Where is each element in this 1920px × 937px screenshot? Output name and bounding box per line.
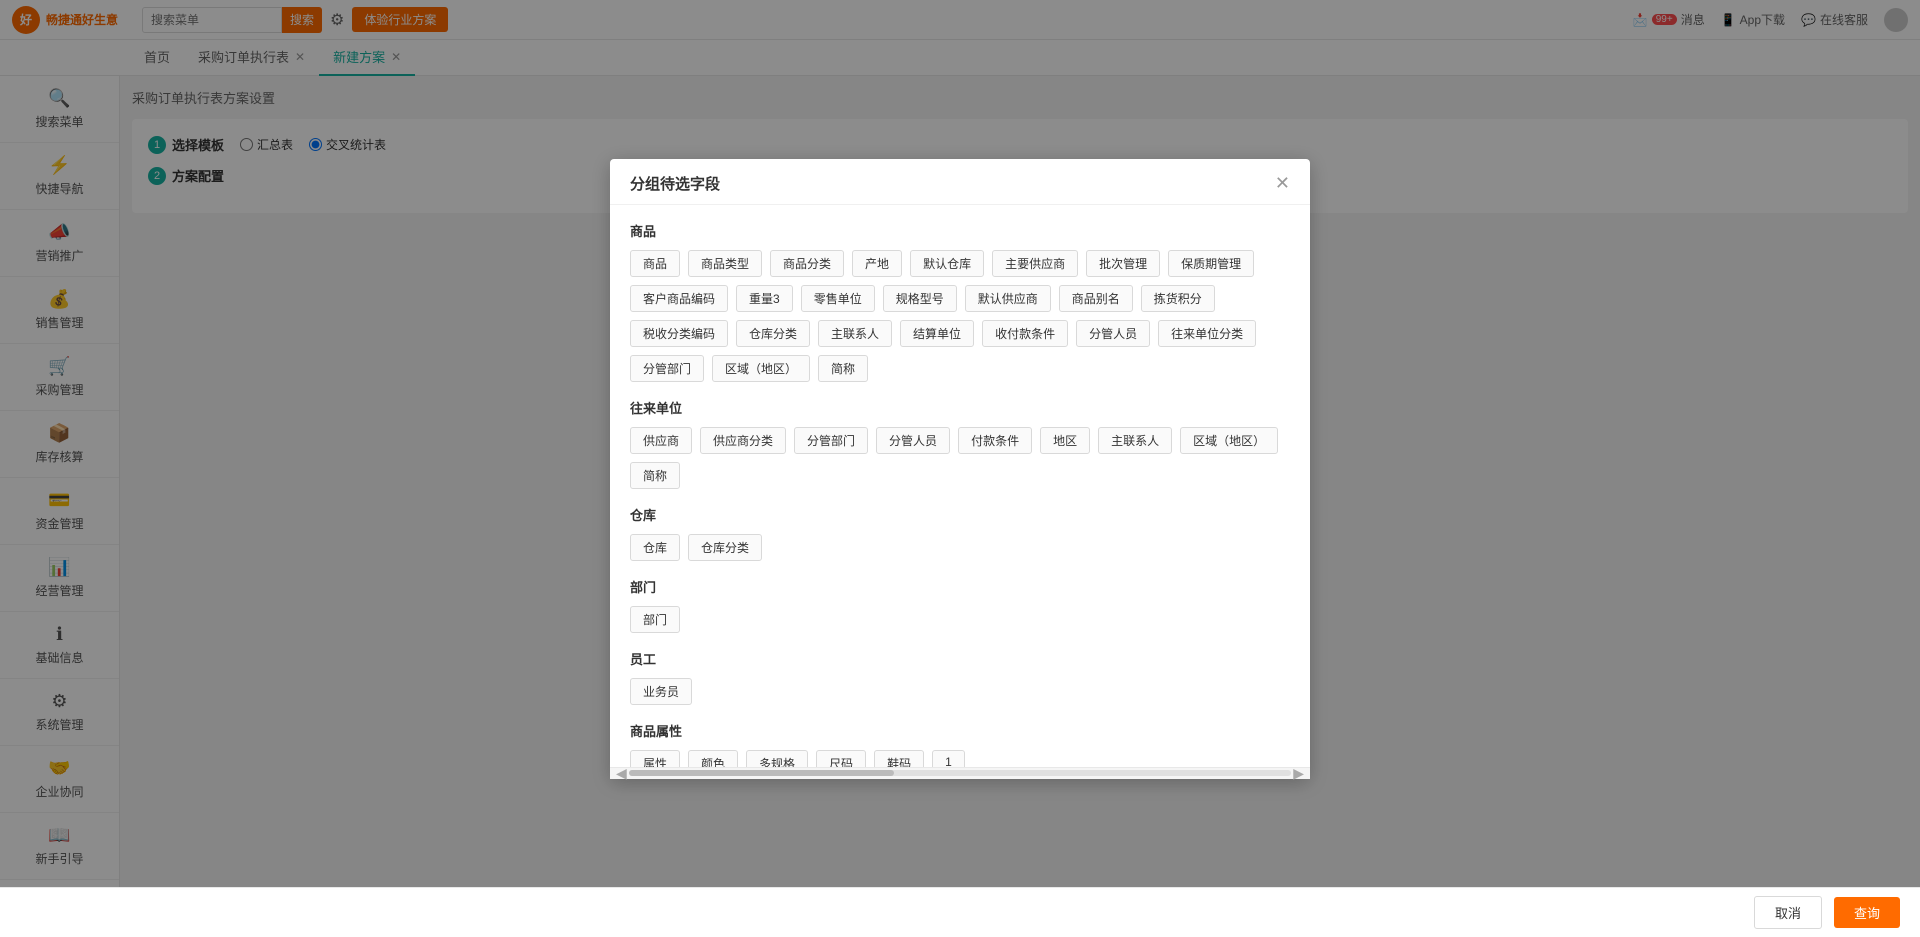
field-tag-主联系人[interactable]: 主联系人 (818, 320, 892, 347)
field-tag-税收分类编码[interactable]: 税收分类编码 (630, 320, 728, 347)
section-partner: 往来单位 供应商供应商分类分管部门分管人员付款条件地区主联系人区域（地区） 简称 (630, 398, 1290, 489)
field-tag-部门[interactable]: 部门 (630, 606, 680, 633)
field-tag-鞋码[interactable]: 鞋码 (874, 750, 924, 767)
field-tag-客户商品编码[interactable]: 客户商品编码 (630, 285, 728, 312)
field-tag-收付款条件[interactable]: 收付款条件 (982, 320, 1068, 347)
field-tag-简称[interactable]: 简称 (630, 462, 680, 489)
modal-horizontal-scrollbar[interactable]: ◀ ▶ (610, 767, 1310, 779)
field-tag-商品别名[interactable]: 商品别名 (1059, 285, 1133, 312)
modal-overlay: 分组待选字段 ✕ 商品 商品商品类型商品分类产地默认仓库主要供应商批次管理保质期… (0, 0, 1920, 937)
field-tag-商品分类[interactable]: 商品分类 (770, 250, 844, 277)
field-tag-区域（地区）[interactable]: 区域（地区） (712, 355, 810, 382)
field-tag-保质期管理[interactable]: 保质期管理 (1168, 250, 1254, 277)
field-tag-重量3[interactable]: 重量3 (736, 285, 793, 312)
field-tag-商品[interactable]: 商品 (630, 250, 680, 277)
modal-body[interactable]: 商品 商品商品类型商品分类产地默认仓库主要供应商批次管理保质期管理客户商品编码重… (610, 205, 1310, 767)
section-partner-title: 往来单位 (630, 398, 1290, 417)
section-product-attr-title: 商品属性 (630, 721, 1290, 740)
field-tag-分管人员[interactable]: 分管人员 (1076, 320, 1150, 347)
department-field-tags: 部门 (630, 606, 1290, 633)
section-warehouse-title: 仓库 (630, 505, 1290, 524)
hscroll-track (629, 770, 1291, 776)
field-tag-仓库[interactable]: 仓库 (630, 534, 680, 561)
field-tag-业务员[interactable]: 业务员 (630, 678, 692, 705)
field-tag-零售单位[interactable]: 零售单位 (801, 285, 875, 312)
field-tag-颜色[interactable]: 颜色 (688, 750, 738, 767)
section-department: 部门 部门 (630, 577, 1290, 633)
scroll-left-arrow[interactable]: ◀ (614, 765, 629, 782)
field-tag-分管部门[interactable]: 分管部门 (630, 355, 704, 382)
field-tag-区域（地区）[interactable]: 区域（地区） (1180, 427, 1278, 454)
warehouse-field-tags: 仓库仓库分类 (630, 534, 1290, 561)
field-tag-默认供应商[interactable]: 默认供应商 (965, 285, 1051, 312)
field-tag-付款条件[interactable]: 付款条件 (958, 427, 1032, 454)
field-tag-默认仓库[interactable]: 默认仓库 (910, 250, 984, 277)
field-tag-拣货积分[interactable]: 拣货积分 (1141, 285, 1215, 312)
section-product-attr: 商品属性 属性颜色多规格尺码鞋码 1 (630, 721, 1290, 767)
field-tag-地区[interactable]: 地区 (1040, 427, 1090, 454)
field-tag-1[interactable]: 1 (932, 750, 965, 767)
field-tag-产地[interactable]: 产地 (852, 250, 902, 277)
modal-close-button[interactable]: ✕ (1275, 173, 1290, 194)
field-tag-结算单位[interactable]: 结算单位 (900, 320, 974, 347)
confirm-button[interactable]: 查询 (1834, 897, 1900, 928)
field-tag-主要供应商[interactable]: 主要供应商 (992, 250, 1078, 277)
field-tag-往来单位分类[interactable]: 往来单位分类 (1158, 320, 1256, 347)
section-department-title: 部门 (630, 577, 1290, 596)
field-tag-尺码[interactable]: 尺码 (816, 750, 866, 767)
employee-field-tags: 业务员 (630, 678, 1290, 705)
field-tag-商品类型[interactable]: 商品类型 (688, 250, 762, 277)
field-tag-属性[interactable]: 属性 (630, 750, 680, 767)
field-tag-分管人员[interactable]: 分管人员 (876, 427, 950, 454)
modal-title: 分组待选字段 (630, 173, 720, 194)
hscroll-thumb (629, 770, 894, 776)
product-field-tags: 商品商品类型商品分类产地默认仓库主要供应商批次管理保质期管理客户商品编码重量3 零… (630, 250, 1290, 382)
field-tag-批次管理[interactable]: 批次管理 (1086, 250, 1160, 277)
scroll-right-arrow[interactable]: ▶ (1291, 765, 1306, 782)
field-tag-供应商分类[interactable]: 供应商分类 (700, 427, 786, 454)
section-warehouse: 仓库 仓库仓库分类 (630, 505, 1290, 561)
product-attr-field-tags: 属性颜色多规格尺码鞋码 1 (630, 750, 1290, 767)
section-employee-title: 员工 (630, 649, 1290, 668)
cancel-button[interactable]: 取消 (1754, 896, 1822, 929)
section-employee: 员工 业务员 (630, 649, 1290, 705)
field-tag-多规格[interactable]: 多规格 (746, 750, 808, 767)
section-product-title: 商品 (630, 221, 1290, 240)
modal: 分组待选字段 ✕ 商品 商品商品类型商品分类产地默认仓库主要供应商批次管理保质期… (610, 159, 1310, 779)
bottom-bar: 取消 查询 (0, 887, 1920, 937)
field-tag-仓库分类[interactable]: 仓库分类 (688, 534, 762, 561)
field-tag-供应商[interactable]: 供应商 (630, 427, 692, 454)
modal-header: 分组待选字段 ✕ (610, 159, 1310, 205)
partner-field-tags: 供应商供应商分类分管部门分管人员付款条件地区主联系人区域（地区） 简称 (630, 427, 1290, 489)
field-tag-分管部门[interactable]: 分管部门 (794, 427, 868, 454)
field-tag-规格型号[interactable]: 规格型号 (883, 285, 957, 312)
field-tag-主联系人[interactable]: 主联系人 (1098, 427, 1172, 454)
field-tag-简称[interactable]: 简称 (818, 355, 868, 382)
section-product: 商品 商品商品类型商品分类产地默认仓库主要供应商批次管理保质期管理客户商品编码重… (630, 221, 1290, 382)
field-tag-仓库分类[interactable]: 仓库分类 (736, 320, 810, 347)
